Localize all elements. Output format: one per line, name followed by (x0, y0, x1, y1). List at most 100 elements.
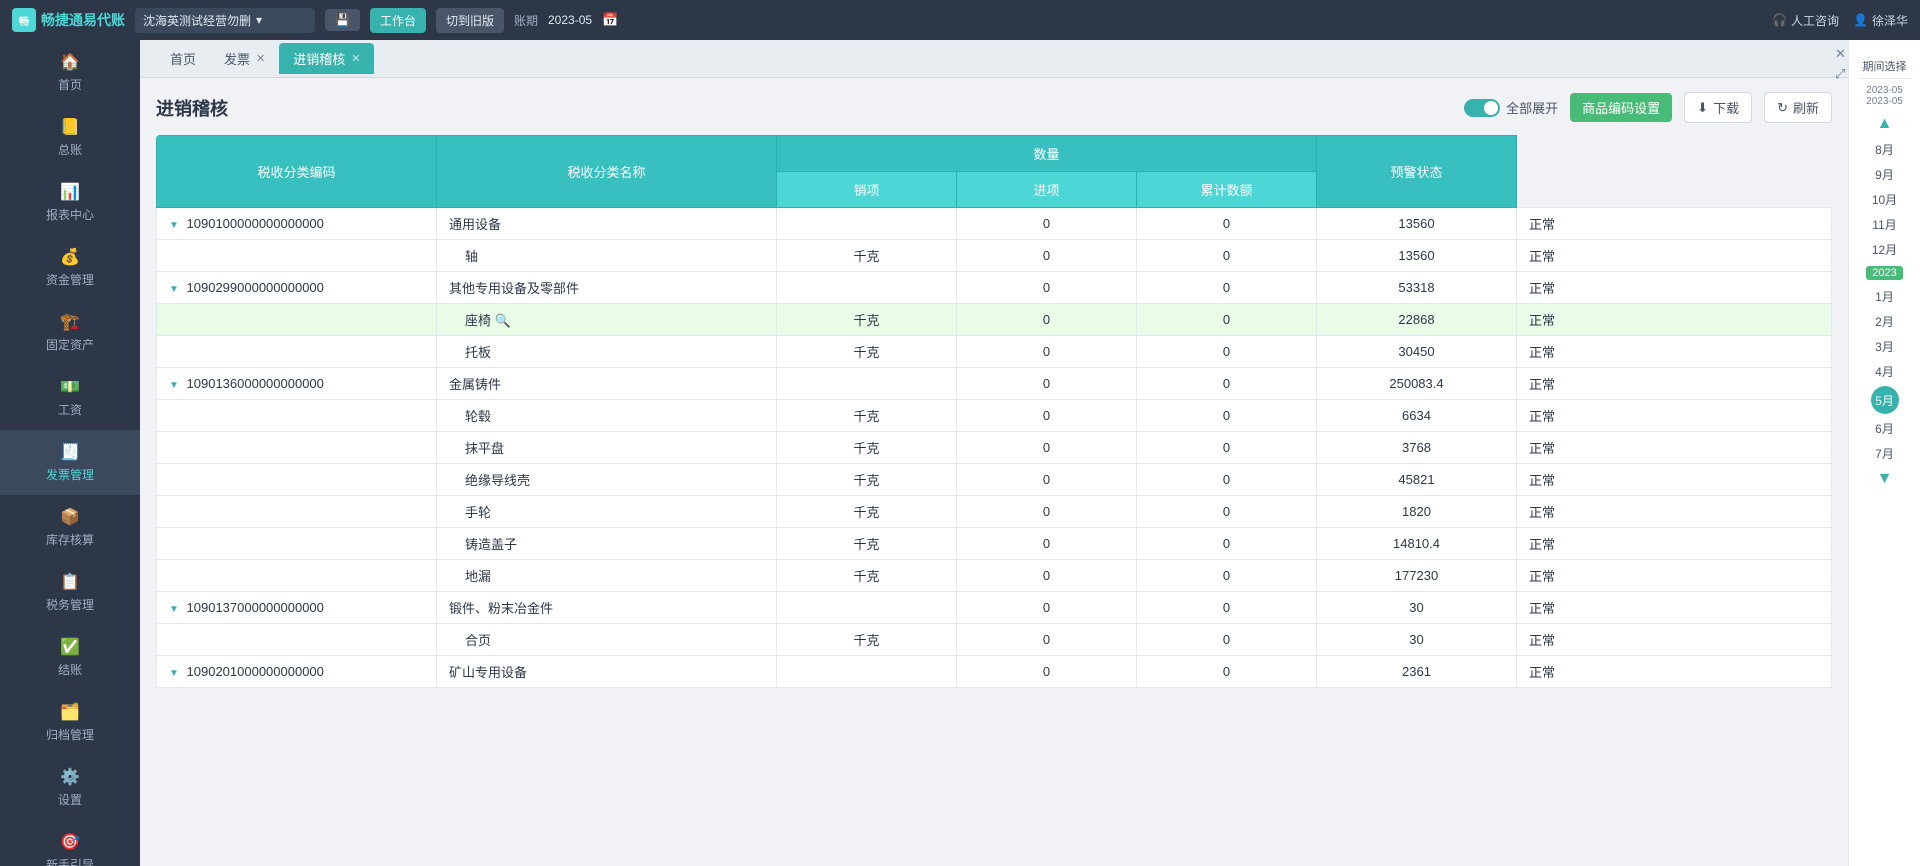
month-2[interactable]: 2月 (1859, 309, 1911, 334)
refresh-btn[interactable]: ↻ 刷新 (1764, 92, 1832, 123)
cell-code (157, 240, 437, 272)
month-3[interactable]: 3月 (1859, 334, 1911, 359)
product-code-btn[interactable]: 商品编码设置 (1570, 93, 1672, 122)
cell-purchase: 0 (1137, 496, 1317, 528)
workbench-button[interactable]: 工作台 (370, 8, 426, 33)
refresh-label: 刷新 (1793, 98, 1819, 117)
nav-up[interactable]: ▲ (1873, 111, 1897, 137)
tab-invoice-close[interactable]: ✕ (256, 52, 265, 65)
settlement-icon: ✅ (60, 637, 80, 657)
cell-sales: 0 (957, 304, 1137, 336)
table-row: 合页 千克 0 0 30 正常 (157, 624, 1832, 656)
cell-purchase: 0 (1137, 432, 1317, 464)
sidebar-label-guide: 新手引导 (46, 856, 94, 866)
month-6[interactable]: 6月 (1859, 416, 1911, 441)
data-table: 税收分类编码 税收分类名称 数量 预警状态 销项 进项 累计数额 (156, 135, 1832, 688)
tab-reconcile-label: 进销稽核 (293, 49, 345, 68)
month-4[interactable]: 4月 (1859, 359, 1911, 384)
expand-panel-icon[interactable]: ⤢ (1835, 66, 1846, 82)
cell-name: 托板 (437, 336, 777, 368)
table-wrapper: 税收分类编码 税收分类名称 数量 预警状态 销项 进项 累计数额 (156, 135, 1832, 852)
help-button[interactable]: 🎧 人工咨询 (1772, 12, 1839, 29)
cell-sales: 0 (957, 592, 1137, 624)
cell-total: 30 (1317, 624, 1517, 656)
user-icon: 👤 (1853, 13, 1868, 27)
save-draft-button[interactable]: 💾 (325, 9, 360, 31)
cell-purchase: 0 (1137, 208, 1317, 240)
cell-sales: 0 (957, 240, 1137, 272)
cell-name: 手轮 (437, 496, 777, 528)
tab-bar: 首页 发票 ✕ 进销稽核 ✕ (140, 40, 1848, 78)
cell-purchase: 0 (1137, 464, 1317, 496)
cell-total: 1820 (1317, 496, 1517, 528)
year-label-2023[interactable]: 2023 (1866, 266, 1902, 280)
search-icon[interactable]: 🔍 (495, 313, 511, 328)
assets-icon: 🏗️ (60, 312, 80, 332)
calendar-icon[interactable]: 📅 (602, 12, 618, 28)
cell-unit: 千克 (777, 304, 957, 336)
sidebar-item-tax[interactable]: 📋 税务管理 (0, 560, 140, 625)
page-title: 进销稽核 (156, 95, 228, 121)
tab-home[interactable]: 首页 (156, 43, 210, 74)
cell-unit: 千克 (777, 496, 957, 528)
user-menu[interactable]: 👤 徐泽华 (1853, 12, 1908, 29)
sidebar-label-tax: 税务管理 (46, 596, 94, 613)
table-row: 绝缘导线壳 千克 0 0 45821 正常 (157, 464, 1832, 496)
month-9[interactable]: 9月 (1859, 162, 1911, 187)
sidebar-item-invoice[interactable]: 🧾 发票管理 (0, 430, 140, 495)
company-selector[interactable]: 沈海英测试经营勿删 ▾ (135, 8, 315, 33)
cell-name: 铸造盖子 (437, 528, 777, 560)
nav-down[interactable]: ▼ (1873, 466, 1897, 492)
sidebar-item-reports[interactable]: 📊 报表中心 (0, 170, 140, 235)
collapse-icon[interactable]: ▼ (169, 380, 179, 391)
sidebar-item-funds[interactable]: 💰 资金管理 (0, 235, 140, 300)
toggle-label: 全部展开 (1506, 98, 1558, 117)
month-10[interactable]: 10月 (1859, 187, 1911, 212)
app-name: 畅捷通易代账 (41, 10, 125, 30)
collapse-icon[interactable]: ▼ (169, 220, 179, 231)
month-1[interactable]: 1月 (1859, 284, 1911, 309)
cell-purchase: 0 (1137, 656, 1317, 688)
tab-invoice[interactable]: 发票 ✕ (210, 43, 279, 74)
month-12[interactable]: 12月 (1859, 237, 1911, 262)
sidebar-item-ledger[interactable]: 📒 总账 (0, 105, 140, 170)
collapse-icon[interactable]: ▼ (169, 604, 179, 615)
tab-reconcile-close[interactable]: ✕ (351, 52, 360, 65)
cell-status: 正常 (1517, 272, 1832, 304)
cell-name: 通用设备 (437, 208, 777, 240)
cell-code (157, 336, 437, 368)
sidebar-item-settlement[interactable]: ✅ 结账 (0, 625, 140, 690)
table-row: 托板 千克 0 0 30450 正常 (157, 336, 1832, 368)
cell-code (157, 400, 437, 432)
sidebar-item-guide[interactable]: 🎯 新手引导 (0, 820, 140, 866)
sidebar-label-salary: 工资 (58, 401, 82, 418)
cell-purchase: 0 (1137, 528, 1317, 560)
sidebar-item-assets[interactable]: 🏗️ 固定资产 (0, 300, 140, 365)
download-btn[interactable]: ⬇ 下载 (1684, 92, 1752, 123)
sidebar-item-home[interactable]: 🏠 首页 (0, 40, 140, 105)
sidebar-label-assets: 固定资产 (46, 336, 94, 353)
sidebar-item-salary[interactable]: 💵 工资 (0, 365, 140, 430)
cell-unit (777, 368, 957, 400)
collapse-icon[interactable]: ▼ (169, 668, 179, 679)
period-selector: 期间选择 2023-05 2023-05 ▲ 8月 9月 10月 11月 12月… (1855, 48, 1915, 498)
cell-status: 正常 (1517, 368, 1832, 400)
month-11[interactable]: 11月 (1859, 212, 1911, 237)
close-panel-icon[interactable]: ✕ (1835, 46, 1846, 62)
download-label: 下载 (1713, 98, 1739, 117)
cell-code: ▼ 1090136000000000000 (157, 368, 437, 400)
month-5-active[interactable]: 5月 (1871, 386, 1899, 414)
switch-version-button[interactable]: 切到旧版 (436, 8, 504, 33)
toggle-switch[interactable] (1464, 99, 1500, 117)
sidebar-item-archive[interactable]: 🗂️ 归档管理 (0, 690, 140, 755)
tab-reconcile[interactable]: 进销稽核 ✕ (279, 43, 374, 74)
cell-total: 14810.4 (1317, 528, 1517, 560)
cell-code (157, 560, 437, 592)
collapse-icon[interactable]: ▼ (169, 284, 179, 295)
expand-toggle[interactable]: 全部展开 (1464, 98, 1558, 117)
month-7[interactable]: 7月 (1859, 441, 1911, 466)
cell-unit: 千克 (777, 240, 957, 272)
month-8[interactable]: 8月 (1859, 137, 1911, 162)
sidebar-item-settings[interactable]: ⚙️ 设置 (0, 755, 140, 820)
sidebar-item-inventory[interactable]: 📦 库存核算 (0, 495, 140, 560)
